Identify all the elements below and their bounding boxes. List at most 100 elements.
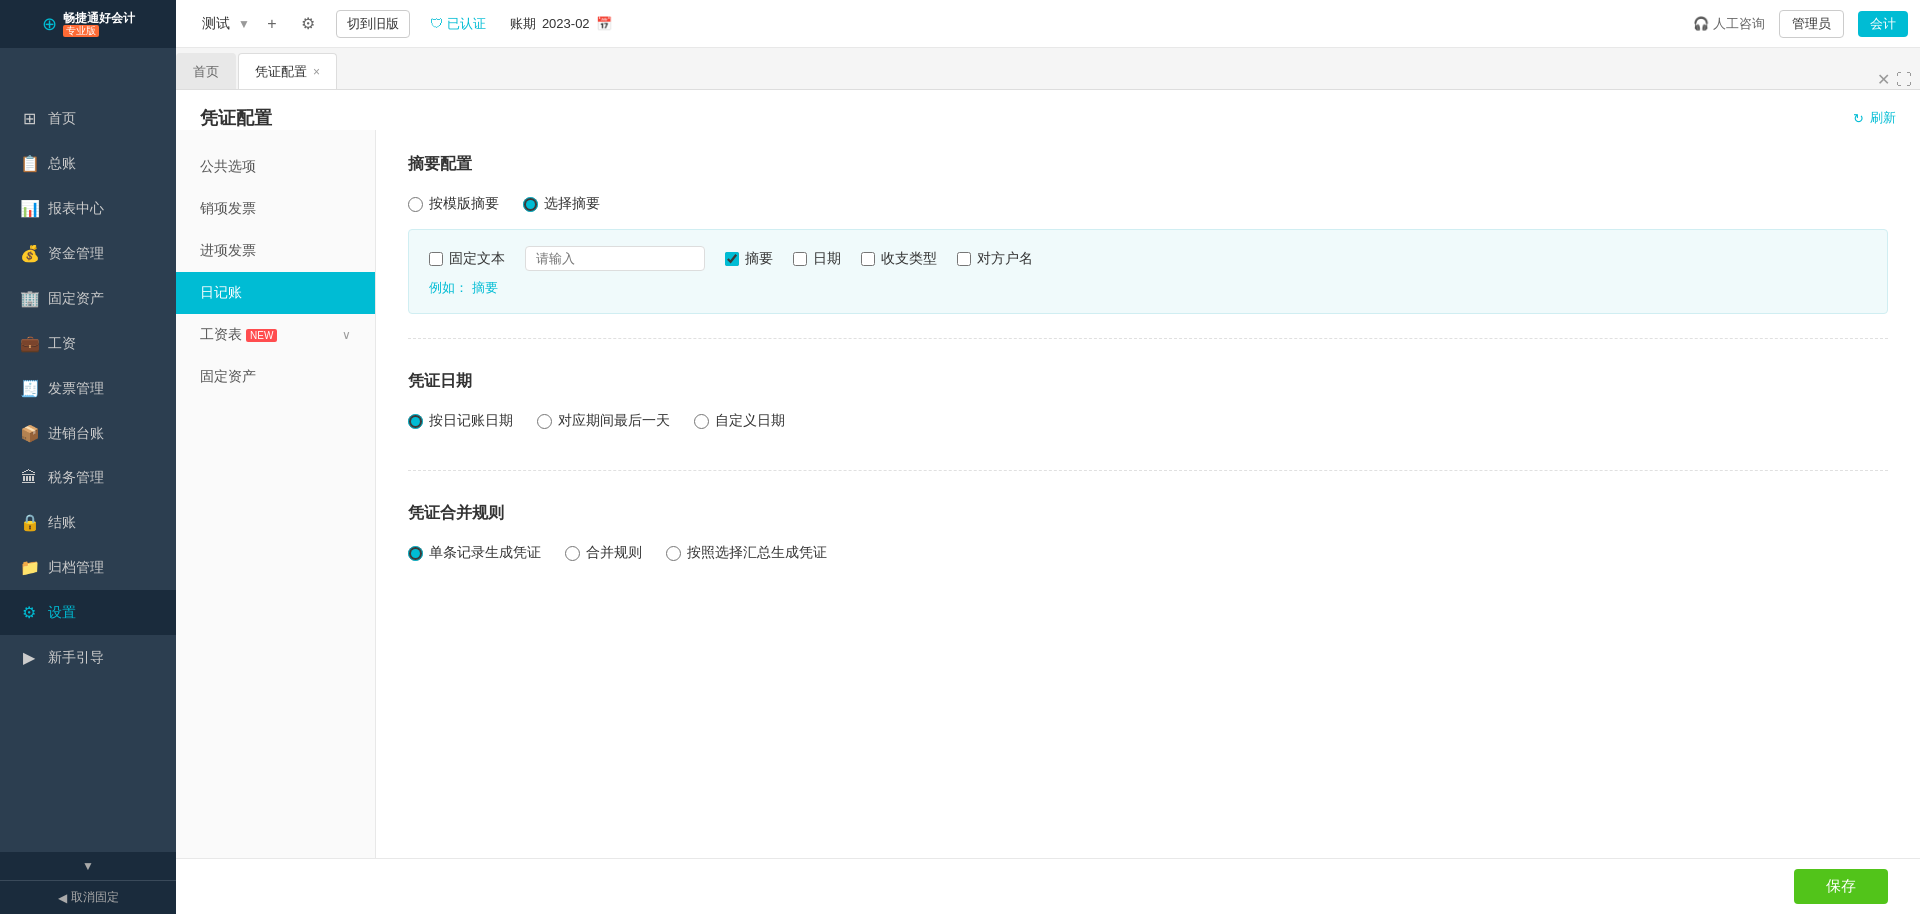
verified-badge: 🛡 已认证 bbox=[430, 15, 486, 33]
reports-icon: 📊 bbox=[20, 199, 38, 218]
company-dropdown-icon[interactable]: ▼ bbox=[238, 17, 250, 31]
new-badge: NEW bbox=[246, 329, 277, 342]
select-summary-option[interactable]: 选择摘要 bbox=[523, 195, 600, 213]
assets-icon: 🏢 bbox=[20, 289, 38, 308]
fixed-text-checkbox[interactable] bbox=[429, 252, 443, 266]
sidebar-item-capital[interactable]: 💰 资金管理 bbox=[0, 231, 176, 276]
single-record-option[interactable]: 单条记录生成凭证 bbox=[408, 544, 541, 562]
by-selection-option[interactable]: 按照选择汇总生成凭证 bbox=[666, 544, 827, 562]
summary-checkbox[interactable] bbox=[725, 252, 739, 266]
sidebar-item-purchase-sales[interactable]: 📦 进销台账 bbox=[0, 411, 176, 456]
page-content: 凭证配置 ↻ 刷新 公共选项 销项发票 进项发票 bbox=[176, 90, 1920, 914]
left-nav-item-payroll-table[interactable]: 工资表 NEW ∨ bbox=[176, 314, 375, 356]
consult-button[interactable]: 🎧 人工咨询 bbox=[1693, 15, 1765, 33]
logo-icon: ⊕ bbox=[42, 13, 57, 35]
calendar-icon[interactable]: 📅 bbox=[596, 16, 612, 31]
capital-icon: 💰 bbox=[20, 244, 38, 263]
select-summary-radio[interactable] bbox=[523, 197, 538, 212]
sidebar-item-archive[interactable]: 📁 归档管理 bbox=[0, 545, 176, 590]
template-summary-option[interactable]: 按模版摘要 bbox=[408, 195, 499, 213]
fixed-text-option[interactable]: 固定文本 bbox=[429, 250, 505, 268]
archive-icon: 📁 bbox=[20, 558, 38, 577]
manager-button[interactable]: 管理员 bbox=[1779, 10, 1844, 38]
summary-title: 摘要配置 bbox=[408, 154, 1888, 175]
date-section: 凭证日期 按日记账日期 对应期间最后一天 bbox=[408, 371, 1888, 471]
sidebar-scroll: ⊞ 首页 📋 总账 📊 报表中心 💰 资金管理 🏢 固定资产 💼 工资 bbox=[0, 96, 176, 852]
left-nav-item-purchase-invoice[interactable]: 进项发票 bbox=[176, 230, 375, 272]
merge-title: 凭证合并规则 bbox=[408, 503, 1888, 524]
close-tab-button[interactable]: ✕ bbox=[1877, 70, 1890, 89]
right-content: 摘要配置 按模版摘要 选择摘要 bbox=[376, 130, 1920, 858]
left-nav-item-journal[interactable]: 日记账 bbox=[176, 272, 375, 314]
settings-icon: ⚙ bbox=[20, 603, 38, 622]
sidebar-item-invoice[interactable]: 🧾 发票管理 bbox=[0, 366, 176, 411]
sidebar-item-assets[interactable]: 🏢 固定资产 bbox=[0, 276, 176, 321]
custom-date-radio[interactable] bbox=[694, 414, 709, 429]
summary-checkbox-option[interactable]: 摘要 bbox=[725, 250, 773, 268]
summary-sub-options: 固定文本 摘要 日期 bbox=[408, 229, 1888, 314]
journal-date-option[interactable]: 按日记账日期 bbox=[408, 412, 513, 430]
sidebar-item-home[interactable]: ⊞ 首页 bbox=[0, 96, 176, 141]
summary-section: 摘要配置 按模版摘要 选择摘要 bbox=[408, 154, 1888, 339]
summary-checkboxes-row: 固定文本 摘要 日期 bbox=[429, 246, 1867, 271]
date-title: 凭证日期 bbox=[408, 371, 1888, 392]
template-summary-radio[interactable] bbox=[408, 197, 423, 212]
journal-date-radio[interactable] bbox=[408, 414, 423, 429]
add-button[interactable]: + bbox=[258, 10, 286, 38]
payroll-icon: 💼 bbox=[20, 334, 38, 353]
sidebar-item-guide[interactable]: ▶ 新手引导 bbox=[0, 635, 176, 680]
tab-voucher-config[interactable]: 凭证配置 × bbox=[238, 53, 337, 89]
left-nav-item-public[interactable]: 公共选项 bbox=[176, 146, 375, 188]
old-version-button[interactable]: 切到旧版 bbox=[336, 10, 410, 38]
sidebar: ⊞ 首页 📋 总账 📊 报表中心 💰 资金管理 🏢 固定资产 💼 工资 bbox=[0, 48, 176, 914]
settings-icon-btn[interactable]: ⚙ bbox=[294, 10, 322, 38]
expand-icon: ∨ bbox=[342, 328, 351, 342]
period-last-option[interactable]: 对应期间最后一天 bbox=[537, 412, 670, 430]
merge-rules-option[interactable]: 合并规则 bbox=[565, 544, 642, 562]
period-last-radio[interactable] bbox=[537, 414, 552, 429]
save-button[interactable]: 保存 bbox=[1794, 869, 1888, 904]
left-nav-item-fixed-assets[interactable]: 固定资产 bbox=[176, 356, 375, 398]
counterpart-option[interactable]: 对方户名 bbox=[957, 250, 1033, 268]
refresh-icon: ↻ bbox=[1853, 111, 1864, 126]
sidebar-item-payroll[interactable]: 💼 工资 bbox=[0, 321, 176, 366]
main-layout: ⊞ 首页 📋 总账 📊 报表中心 💰 资金管理 🏢 固定资产 💼 工资 bbox=[0, 48, 1920, 914]
tab-close-icon[interactable]: × bbox=[313, 65, 320, 79]
sidebar-item-close[interactable]: 🔒 结账 bbox=[0, 500, 176, 545]
left-nav-item-sales-invoice[interactable]: 销项发票 bbox=[176, 188, 375, 230]
save-bar: 保存 bbox=[176, 858, 1920, 914]
income-type-checkbox[interactable] bbox=[861, 252, 875, 266]
date-checkbox-option[interactable]: 日期 bbox=[793, 250, 841, 268]
sidebar-scroll-down[interactable]: ▼ bbox=[0, 852, 176, 880]
inner-layout: 公共选项 销项发票 进项发票 日记账 工资表 NEW ∨ bbox=[176, 130, 1920, 858]
sidebar-item-ledger[interactable]: 📋 总账 bbox=[0, 141, 176, 186]
single-record-radio[interactable] bbox=[408, 546, 423, 561]
tab-home[interactable]: 首页 bbox=[176, 53, 236, 89]
tab-bar: 首页 凭证配置 × ✕ ⛶ bbox=[176, 48, 1920, 90]
page-header: 凭证配置 ↻ 刷新 bbox=[176, 90, 1920, 130]
tax-icon: 🏛 bbox=[20, 469, 38, 487]
merge-rules-radio[interactable] bbox=[565, 546, 580, 561]
topbar-right: 🎧 人工咨询 管理员 会计 bbox=[1693, 10, 1908, 38]
company-name: 测试 bbox=[202, 15, 230, 33]
fixed-text-input[interactable] bbox=[525, 246, 705, 271]
income-type-option[interactable]: 收支类型 bbox=[861, 250, 937, 268]
sidebar-item-reports[interactable]: 📊 报表中心 bbox=[0, 186, 176, 231]
custom-date-option[interactable]: 自定义日期 bbox=[694, 412, 785, 430]
guide-icon: ▶ bbox=[20, 648, 38, 667]
invoice-icon: 🧾 bbox=[20, 379, 38, 398]
by-selection-radio[interactable] bbox=[666, 546, 681, 561]
pin-left-icon: ◀ bbox=[58, 891, 67, 905]
pin-toggle-button[interactable]: ◀ 取消固定 bbox=[0, 880, 176, 914]
refresh-button[interactable]: ↻ 刷新 bbox=[1853, 109, 1896, 127]
date-checkbox[interactable] bbox=[793, 252, 807, 266]
date-option-row: 按日记账日期 对应期间最后一天 自定义日期 bbox=[408, 412, 1888, 430]
logo-sub: 专业版 bbox=[63, 25, 99, 37]
accountant-button[interactable]: 会计 bbox=[1858, 11, 1908, 37]
logo-text: 畅捷通好会计 bbox=[63, 11, 135, 25]
ledger-icon: 📋 bbox=[20, 154, 38, 173]
fullscreen-button[interactable]: ⛶ bbox=[1896, 71, 1912, 89]
sidebar-item-settings[interactable]: ⚙ 设置 bbox=[0, 590, 176, 635]
counterpart-checkbox[interactable] bbox=[957, 252, 971, 266]
sidebar-item-tax[interactable]: 🏛 税务管理 bbox=[0, 456, 176, 500]
